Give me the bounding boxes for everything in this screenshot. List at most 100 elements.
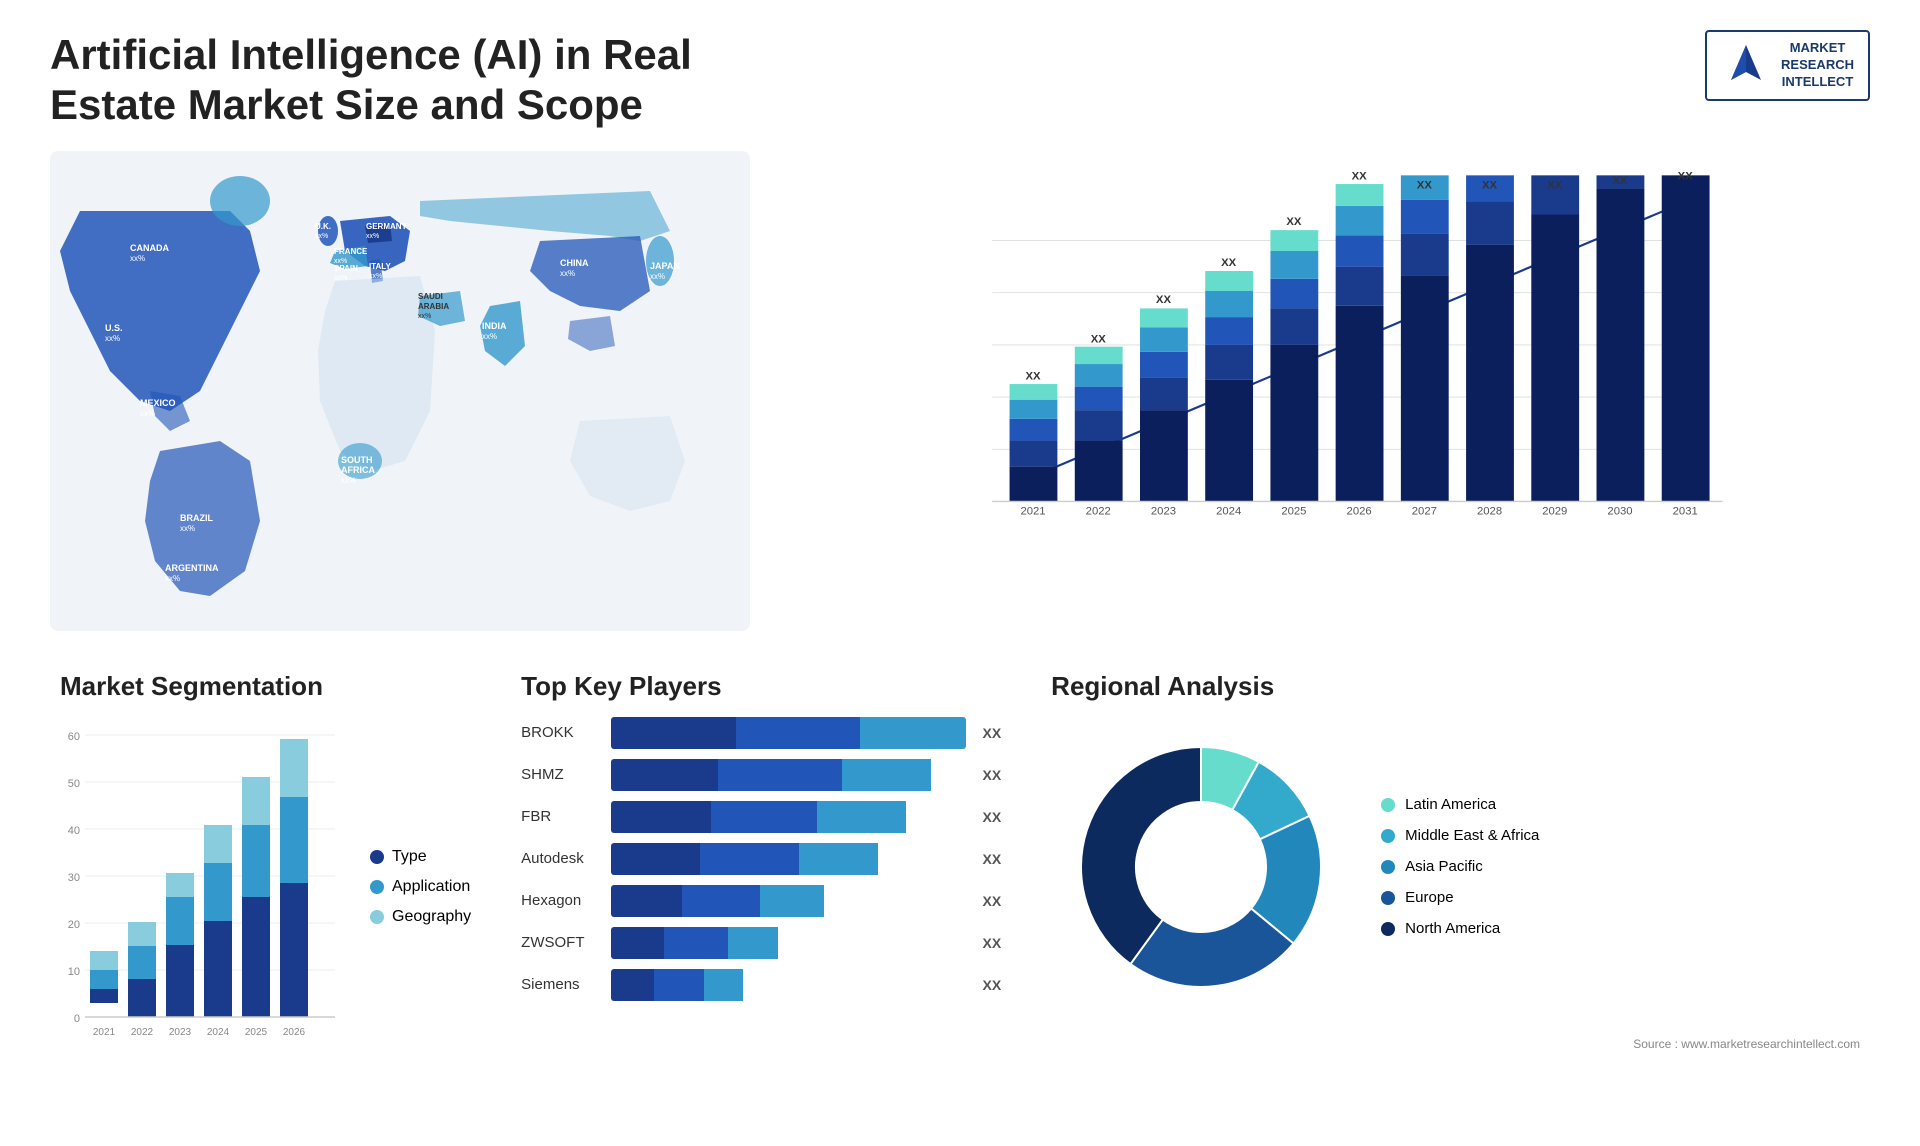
player-name: Siemens [521, 976, 601, 993]
logo-icon [1721, 40, 1771, 90]
player-bar-seg [611, 801, 710, 833]
legend-geography: Geography [370, 908, 471, 926]
svg-text:2024: 2024 [207, 1027, 230, 1038]
player-bar-seg [736, 717, 860, 749]
player-name: Autodesk [521, 850, 601, 867]
player-bars [611, 927, 966, 959]
regional-legend-dot [1381, 922, 1395, 936]
segmentation-chart: 0 10 20 30 40 50 60 [60, 717, 340, 1047]
legend-type-label: Type [392, 848, 427, 866]
player-name: FBR [521, 808, 601, 825]
svg-text:CANADA: CANADA [130, 243, 169, 253]
player-bar-seg [718, 759, 842, 791]
svg-text:40: 40 [68, 825, 80, 837]
player-row: ZWSOFTXX [521, 927, 1001, 959]
svg-text:xx%: xx% [315, 233, 328, 240]
legend-application-dot [370, 880, 384, 894]
page-title: Artificial Intelligence (AI) in Real Est… [50, 30, 750, 131]
legend-type-dot [370, 850, 384, 864]
world-map-svg: CANADA xx% U.S. xx% MEXICO xx% BRAZIL xx… [50, 151, 750, 631]
player-bars [611, 843, 966, 875]
svg-text:XX: XX [1417, 179, 1433, 191]
svg-text:xx%: xx% [140, 409, 155, 418]
player-bar-seg [799, 843, 877, 875]
regional-legend-item: North America [1381, 920, 1539, 937]
player-xx-label: XX [982, 893, 1001, 909]
player-bar-seg [611, 927, 664, 959]
svg-text:2029: 2029 [1542, 505, 1567, 517]
svg-text:0: 0 [74, 1013, 80, 1025]
player-xx-label: XX [982, 851, 1001, 867]
player-bar-seg [711, 801, 818, 833]
svg-text:xx%: xx% [650, 272, 665, 281]
regional-legend-item: Asia Pacific [1381, 858, 1539, 875]
bar-chart-section: 2021 XX 2022 XX 2023 XX [770, 151, 1870, 631]
donut-chart [1051, 717, 1351, 1017]
svg-text:SOUTH: SOUTH [341, 455, 373, 465]
regional-title: Regional Analysis [1051, 671, 1860, 702]
svg-text:2023: 2023 [1151, 505, 1176, 517]
svg-text:XX: XX [1286, 216, 1302, 228]
svg-text:XX: XX [1678, 171, 1694, 183]
legend-application: Application [370, 878, 471, 896]
player-row: BROKKXX [521, 717, 1001, 749]
player-bar-seg [728, 927, 778, 959]
regional-legend-dot [1381, 829, 1395, 843]
legend-geography-dot [370, 910, 384, 924]
player-bar-seg [700, 843, 799, 875]
regional-legend-dot [1381, 860, 1395, 874]
svg-text:XX: XX [1352, 171, 1368, 183]
svg-text:2026: 2026 [283, 1027, 306, 1038]
svg-text:2025: 2025 [1281, 505, 1306, 517]
player-name: SHMZ [521, 766, 601, 783]
svg-text:ARABIA: ARABIA [418, 302, 449, 311]
regional-legend-dot [1381, 891, 1395, 905]
top-row: CANADA xx% U.S. xx% MEXICO xx% BRAZIL xx… [50, 151, 1870, 631]
regional-section: Regional Analysis Latin AmericaMiddle Ea… [1041, 661, 1870, 1081]
svg-text:50: 50 [68, 778, 80, 790]
segmentation-title: Market Segmentation [60, 671, 471, 702]
player-bar-seg [817, 801, 906, 833]
svg-text:20: 20 [68, 919, 80, 931]
player-bar-seg [842, 759, 931, 791]
svg-text:2024: 2024 [1216, 505, 1241, 517]
player-bar-seg [611, 885, 682, 917]
player-xx-label: XX [982, 809, 1001, 825]
player-name: BROKK [521, 724, 601, 741]
svg-text:U.K.: U.K. [315, 222, 331, 231]
donut-svg [1051, 717, 1351, 1017]
player-row: FBR XX [521, 801, 1001, 833]
svg-text:XX: XX [1547, 179, 1563, 191]
svg-text:2023: 2023 [169, 1027, 192, 1038]
player-row: HexagonXX [521, 885, 1001, 917]
player-bar-seg [654, 969, 704, 1001]
main-bar-chart: 2021 XX 2022 XX 2023 XX [830, 171, 1850, 571]
svg-text:2025: 2025 [245, 1027, 268, 1038]
player-bar-seg [611, 969, 654, 1001]
svg-text:XX: XX [1091, 333, 1107, 345]
svg-text:SPAIN: SPAIN [334, 264, 358, 273]
svg-text:2021: 2021 [1020, 505, 1045, 517]
players-section: Top Key Players BROKKXXSHMZXXFBRXXAutode… [511, 661, 1011, 1081]
regional-legend-label: Latin America [1405, 796, 1496, 813]
player-bar-seg [664, 927, 728, 959]
map-section: CANADA xx% U.S. xx% MEXICO xx% BRAZIL xx… [50, 151, 750, 631]
svg-text:xx%: xx% [560, 269, 575, 278]
svg-text:xx%: xx% [366, 233, 379, 240]
player-bars [611, 969, 966, 1001]
header: Artificial Intelligence (AI) in Real Est… [50, 30, 1870, 131]
player-bars [611, 801, 966, 833]
svg-text:XX: XX [1156, 294, 1172, 306]
player-xx-label: XX [982, 935, 1001, 951]
player-bars [611, 717, 966, 749]
svg-text:FRANCE: FRANCE [334, 247, 368, 256]
regional-legend: Latin AmericaMiddle East & AfricaAsia Pa… [1381, 796, 1539, 937]
svg-text:AFRICA: AFRICA [341, 465, 375, 475]
player-bars [611, 759, 966, 791]
svg-text:GERMANY: GERMANY [366, 222, 408, 231]
svg-text:xx%: xx% [180, 524, 195, 533]
source-text: Source : www.marketresearchintellect.com [1051, 1037, 1860, 1051]
bottom-row: Market Segmentation 0 10 20 30 40 50 60 [50, 661, 1870, 1081]
players-list: BROKKXXSHMZXXFBRXXAutodeskXXHexagonXXZWS… [521, 717, 1001, 1001]
player-bars [611, 885, 966, 917]
